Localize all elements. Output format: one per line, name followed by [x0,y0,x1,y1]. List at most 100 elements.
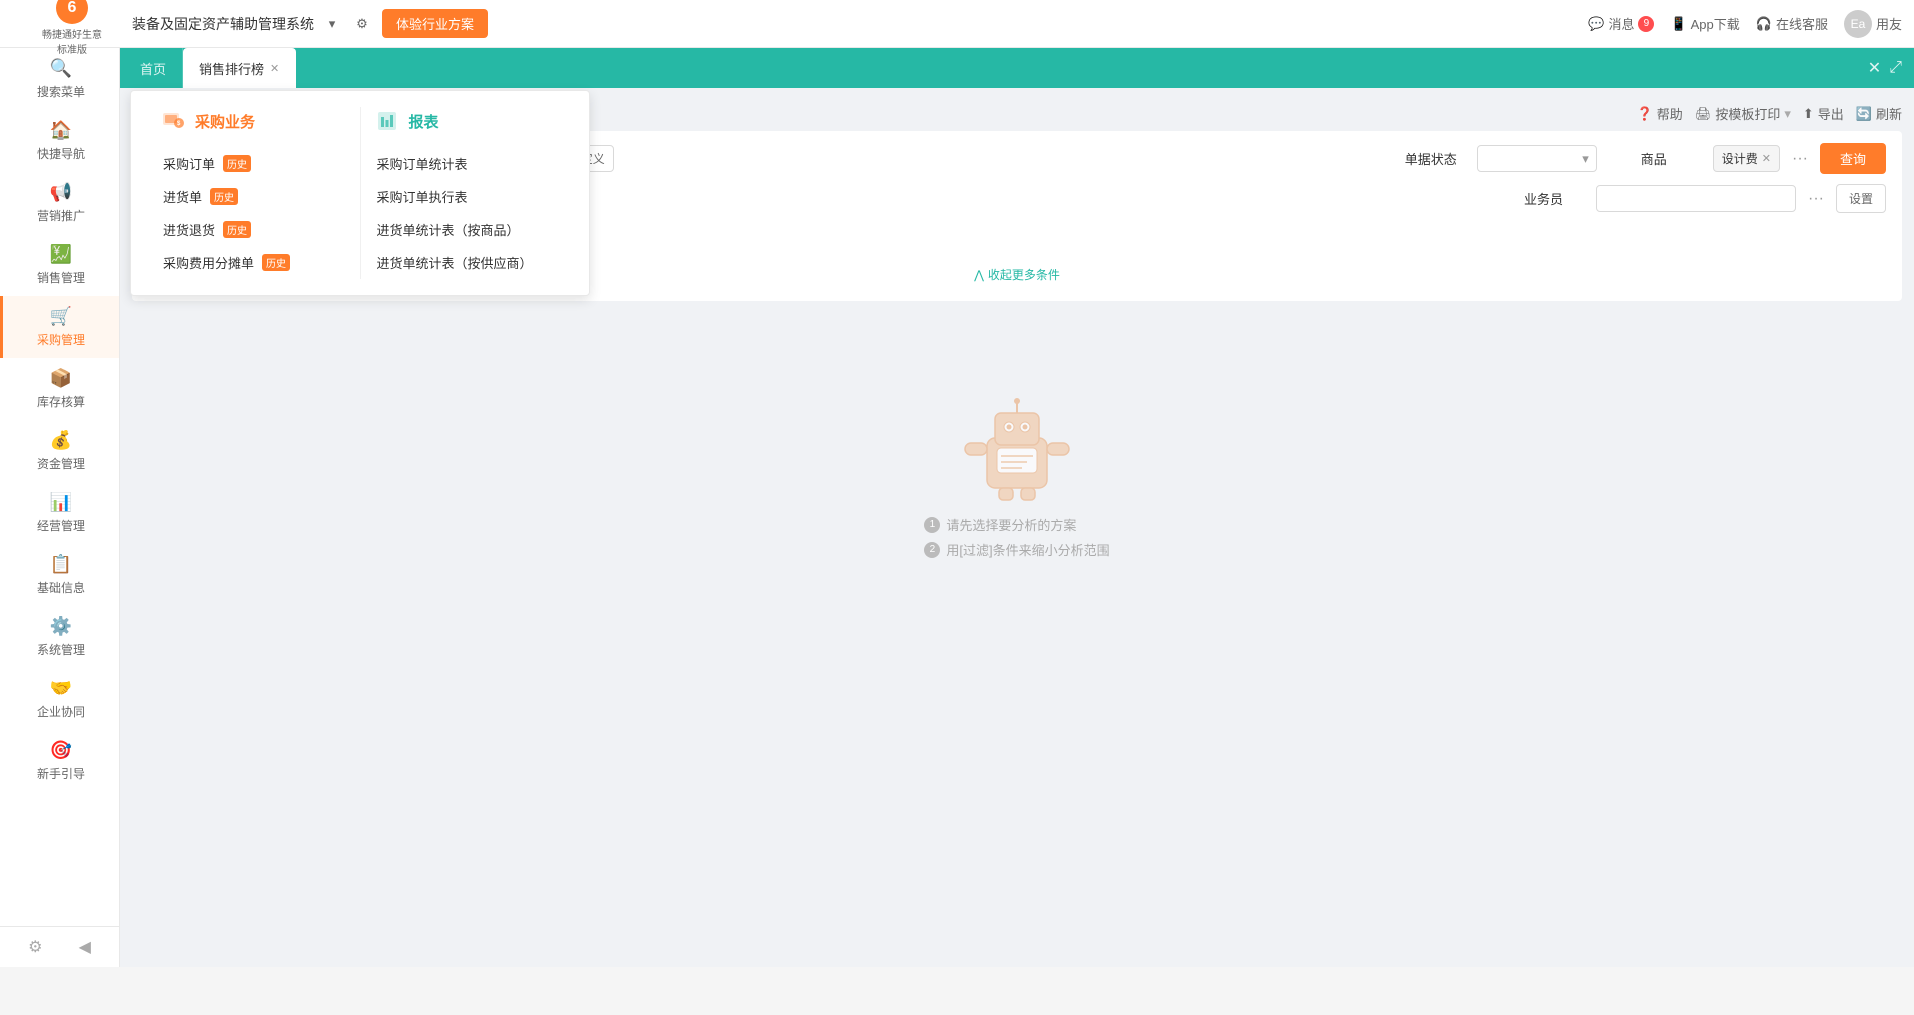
tab-bar: 首页 销售排行榜 ✕ ✕ ⤢ [120,48,1914,88]
salesperson-label: 业务员 [1524,189,1584,208]
print-dropdown-icon[interactable]: ▾ [1784,106,1791,122]
print-icon: 🖨 [1695,106,1712,122]
tab-bar-actions: ✕ ⤢ [1868,58,1910,78]
headset-icon: 🎧 [1756,16,1772,32]
message-btn[interactable]: 💬 消息 9 [1588,14,1654,33]
logo-area: 6 畅捷通好生意 标准版 [12,0,132,56]
brand-name: 畅捷通好生意 [42,26,102,41]
refresh-btn[interactable]: 🔄 刷新 [1856,104,1902,123]
status-select[interactable] [1477,145,1597,172]
sidebar-item-system[interactable]: ⚙️ 系统管理 [0,606,119,668]
query-button[interactable]: 查询 [1820,143,1886,174]
empty-illustration [957,393,1077,503]
history-badge-1: 历史 [210,188,238,205]
system-dropdown-btn[interactable]: ▾ [322,14,342,34]
report-col: 报表 采购订单统计表 采购订单执行表 进货单统计表（按商品） 进货单统计表（按供… [361,107,574,279]
sidebar-settings-icon[interactable]: ⚙ [28,937,42,957]
sidebar-item-sales[interactable]: 💹 销售管理 [0,234,119,296]
user-menu-btn[interactable]: Ea 用友 [1844,10,1902,38]
sidebar-item-operation[interactable]: 📊 经营管理 [0,482,119,544]
setting-button[interactable]: 设置 [1836,184,1886,213]
goods-tag-close[interactable]: ✕ [1762,152,1771,165]
dropdown-report-order-stat[interactable]: 采购订单统计表 [373,147,562,180]
header-mid: 装备及固定资产辅助管理系统 ▾ ⚙ 体验行业方案 [132,9,1588,38]
filter-actions-1: 查询 [1820,143,1886,174]
status-select-wrap [1477,145,1597,172]
guide-icon: 🎯 [50,740,72,761]
purchase-col-header: $ 采购业务 [159,107,348,135]
print-btn[interactable]: 🖨 按模板打印 ▾ [1695,104,1791,123]
dropdown-report-order-exec[interactable]: 采购订单执行表 [373,180,562,213]
operation-icon: 📊 [50,492,72,513]
dropdown-report-inbound-goods[interactable]: 进货单统计表（按商品） [373,213,562,246]
phone-icon: 📱 [1670,16,1686,32]
dropdown-purchase-expense[interactable]: 采购费用分摊单 历史 [159,246,348,279]
tab-sales-rank[interactable]: 销售排行榜 ✕ [183,48,296,88]
online-service-btn[interactable]: 🎧 在线客服 [1756,14,1828,33]
sidebar-item-purchase[interactable]: 🛒 采购管理 [0,296,119,358]
export-icon: ⬆ [1803,106,1814,122]
purchase-col: $ 采购业务 采购订单 历史 进货单 历史 进货退货 历史 采购费用分摊单 历史 [147,107,361,279]
help-icon: ❓ [1637,106,1653,122]
export-btn[interactable]: ⬆ 导出 [1803,104,1844,123]
top-header: 6 畅捷通好生意 标准版 装备及固定资产辅助管理系统 ▾ ⚙ 体验行业方案 💬 … [0,0,1914,48]
sidebar-collapse-icon[interactable]: ◀ [79,937,91,957]
finance-icon: 💰 [50,430,72,451]
purchase-header-icon: $ [159,107,187,135]
tip-num-1: 1 [924,517,940,533]
help-btn[interactable]: ❓ 帮助 [1637,104,1683,123]
enterprise-icon: 🤝 [50,678,72,699]
sales-icon: 💹 [50,244,72,265]
filter-actions-2: 设置 [1836,184,1886,213]
history-badge-2: 历史 [223,221,251,238]
sidebar-item-enterprise[interactable]: 🤝 企业协同 [0,668,119,730]
sidebar-item-inventory[interactable]: 📦 库存核算 [0,358,119,420]
salesperson-input[interactable] [1596,185,1796,212]
goods-tag: 设计费 ✕ [1713,145,1780,172]
system-name: 装备及固定资产辅助管理系统 [132,14,314,34]
tab-maximize-icon[interactable]: ⤢ [1889,59,1902,77]
dropdown-report-inbound-supplier[interactable]: 进货单统计表（按供应商） [373,246,562,279]
purchase-icon: 🛒 [50,306,72,327]
inventory-icon: 📦 [50,368,72,389]
sidebar-item-marketing[interactable]: 📢 营销推广 [0,172,119,234]
history-badge-3: 历史 [262,254,290,271]
dropdown-purchase-return[interactable]: 进货退货 历史 [159,213,348,246]
sidebar-item-finance[interactable]: 💰 资金管理 [0,420,119,482]
goods-more-dots[interactable]: ··· [1792,150,1808,168]
sidebar-bottom: ⚙ ◀ [0,926,119,967]
user-avatar: Ea [1844,10,1872,38]
industry-solution-button[interactable]: 体验行业方案 [382,9,488,38]
edition-label: 标准版 [57,41,87,56]
dropdown-purchase-order[interactable]: 采购订单 历史 [159,147,348,180]
tab-close-icon[interactable]: ✕ [270,62,279,75]
purchase-dropdown-menu: $ 采购业务 采购订单 历史 进货单 历史 进货退货 历史 采购费用分摊单 历史 [130,90,590,296]
marketing-icon: 📢 [50,182,72,203]
logo-icon: 6 [56,0,88,24]
dropdown-purchase-inbound[interactable]: 进货单 历史 [159,180,348,213]
home-icon: 🏠 [50,120,72,141]
goods-label: 商品 [1641,149,1701,168]
system-icon: ⚙️ [50,616,72,637]
tab-home[interactable]: 首页 [124,48,183,88]
refresh-icon: 🔄 [1856,106,1872,122]
history-badge-0: 历史 [223,155,251,172]
empty-state: 1 请先选择要分析的方案 2 用[过滤]条件来缩小分析范围 [132,313,1902,645]
tip-num-2: 2 [924,542,940,558]
header-right: 💬 消息 9 📱 App下载 🎧 在线客服 Ea 用友 [1588,10,1902,38]
report-header-icon [373,107,401,135]
message-badge: 9 [1638,16,1654,32]
sidebar-item-guide[interactable]: 🎯 新手引导 [0,730,119,792]
sidebar-item-quicknav[interactable]: 🏠 快捷导航 [0,110,119,172]
sidebar: 🔍 搜索菜单 🏠 快捷导航 📢 营销推广 💹 销售管理 🛒 采购管理 📦 库存核… [0,48,120,967]
empty-tip-2: 2 用[过滤]条件来缩小分析范围 [924,540,1109,559]
status-label: 单据状态 [1405,149,1465,168]
app-download-btn[interactable]: 📱 App下载 [1670,14,1739,33]
sidebar-item-baseinfo[interactable]: 📋 基础信息 [0,544,119,606]
sidebar-item-search[interactable]: 🔍 搜索菜单 [0,48,119,110]
salesperson-more-dots[interactable]: ··· [1808,190,1824,208]
empty-tips: 1 请先选择要分析的方案 2 用[过滤]条件来缩小分析范围 [924,515,1109,565]
tab-close-all-icon[interactable]: ✕ [1868,58,1881,78]
message-icon: 💬 [1588,16,1604,32]
settings-gear-icon[interactable]: ⚙ [350,12,374,36]
